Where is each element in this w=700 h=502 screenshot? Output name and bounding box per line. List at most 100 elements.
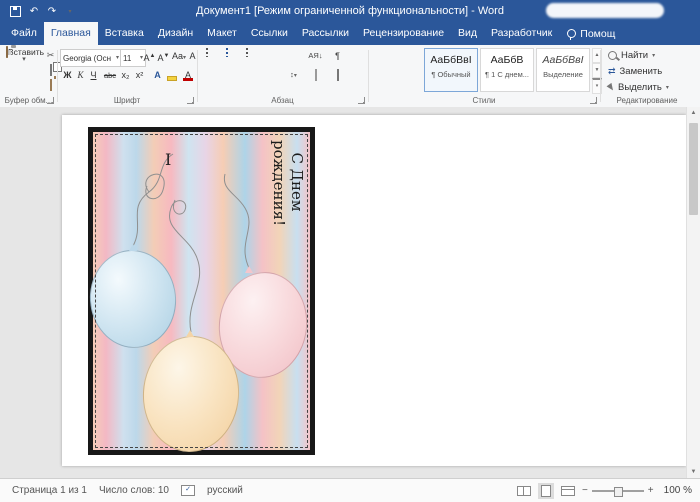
birthday-card-image[interactable]: С Днем рождения! I bbox=[88, 127, 315, 455]
read-mode-button[interactable] bbox=[516, 483, 532, 499]
numbering-button[interactable] bbox=[221, 48, 238, 64]
cut-button[interactable]: ✂ bbox=[44, 49, 57, 62]
zoom-in-button[interactable]: + bbox=[648, 485, 654, 496]
font-color-button[interactable]: А bbox=[181, 68, 195, 83]
find-button[interactable]: Найти ▾ bbox=[608, 48, 655, 62]
tab-mailings[interactable]: Рассылки bbox=[295, 22, 356, 45]
tab-insert[interactable]: Вставка bbox=[98, 22, 151, 45]
underline-button[interactable]: Ч bbox=[87, 68, 100, 83]
paste-button[interactable]: Вставить ▾ bbox=[6, 47, 42, 95]
chevron-down-icon: ▾ bbox=[116, 51, 119, 66]
superscript-button[interactable]: x² bbox=[133, 68, 146, 83]
zoom-percentage[interactable]: 100 % bbox=[664, 485, 692, 496]
language-indicator[interactable]: русский bbox=[207, 485, 243, 496]
text-effects-button[interactable]: А bbox=[151, 68, 164, 83]
line-spacing-button[interactable]: ↕▾ bbox=[285, 67, 302, 83]
print-layout-button[interactable] bbox=[538, 483, 554, 499]
align-left-button[interactable] bbox=[201, 67, 218, 83]
change-case-button[interactable]: Аа▾ bbox=[171, 49, 187, 64]
editing-group-label: Редактирование bbox=[600, 96, 694, 105]
select-button[interactable]: Выделить ▾ bbox=[608, 80, 669, 94]
status-bar-right: − + 100 % bbox=[516, 479, 692, 502]
titlebar: ↶ ↷ ▾ Документ1 [Режим ограниченной функ… bbox=[0, 0, 700, 22]
grow-font-button[interactable]: А▲ bbox=[143, 49, 156, 64]
shrink-font-button[interactable]: А▼ bbox=[157, 49, 170, 64]
bold-button[interactable]: Ж bbox=[61, 68, 74, 83]
help-label: Помощ bbox=[580, 28, 615, 40]
tab-home[interactable]: Главная bbox=[44, 22, 98, 45]
vertical-scrollbar[interactable]: ▲ ▼ bbox=[686, 107, 700, 479]
tab-developer[interactable]: Разработчик bbox=[484, 22, 559, 45]
styles-group: АаБбВвI ¶ Обычный АаБбВ ¶ 1 С днем... Аа… bbox=[368, 45, 600, 107]
document-page[interactable]: С Днем рождения! I bbox=[62, 115, 686, 466]
bullets-button[interactable] bbox=[201, 48, 218, 64]
tab-references[interactable]: Ссылки bbox=[244, 22, 295, 45]
font-name-value: Georgia (Осн bbox=[63, 51, 111, 66]
justify-button[interactable] bbox=[261, 67, 278, 83]
replace-label: Заменить bbox=[620, 66, 663, 77]
style-heading[interactable]: АаБбВ ¶ 1 С днем... bbox=[480, 48, 534, 92]
multilevel-list-button[interactable] bbox=[241, 48, 258, 64]
web-layout-icon bbox=[561, 486, 575, 496]
shading-icon bbox=[315, 69, 317, 81]
select-label: Выделить bbox=[618, 82, 662, 93]
chevron-down-icon: ▾ bbox=[183, 55, 186, 61]
web-layout-button[interactable] bbox=[560, 483, 576, 499]
align-center-button[interactable] bbox=[221, 67, 238, 83]
style-normal[interactable]: АаБбВвI ¶ Обычный bbox=[424, 48, 478, 92]
censored-region bbox=[546, 3, 664, 18]
word-window: ↶ ↷ ▾ Документ1 [Режим ограниченной функ… bbox=[0, 0, 700, 502]
highlight-color-button[interactable] bbox=[165, 68, 179, 83]
style-preview: АаБбВвI bbox=[537, 54, 589, 66]
scroll-up-button[interactable]: ▲ bbox=[687, 107, 700, 120]
font-name-combobox[interactable]: Georgia (Осн ▾ bbox=[60, 49, 122, 67]
borders-button[interactable] bbox=[329, 67, 346, 83]
replace-button[interactable]: ⇄ Заменить bbox=[608, 64, 662, 78]
style-emphasis[interactable]: АаБбВвI Выделение bbox=[536, 48, 590, 92]
tab-file[interactable]: Файл bbox=[4, 22, 44, 45]
zoom-slider[interactable] bbox=[592, 490, 644, 492]
clear-formatting-icon: А bbox=[189, 51, 195, 61]
check-icon: ✓ bbox=[185, 486, 191, 493]
dialog-launcher-icon[interactable] bbox=[47, 97, 54, 104]
font-size-value: 11 bbox=[123, 51, 131, 66]
increase-indent-button[interactable] bbox=[285, 48, 302, 64]
tell-me-help[interactable]: Помощ bbox=[559, 22, 623, 45]
lightbulb-icon bbox=[567, 29, 576, 38]
scissors-icon: ✂ bbox=[47, 50, 55, 60]
paste-label: Вставить bbox=[8, 47, 44, 57]
document-area: С Днем рождения! I ▲ ▼ bbox=[0, 107, 700, 479]
tab-review[interactable]: Рецензирование bbox=[356, 22, 451, 45]
ribbon-tab-bar: Файл Главная Вставка Дизайн Макет Ссылки… bbox=[0, 22, 700, 45]
tab-design[interactable]: Дизайн bbox=[151, 22, 200, 45]
zoom-slider-thumb[interactable] bbox=[614, 487, 623, 497]
zoom-out-button[interactable]: − bbox=[582, 485, 588, 496]
font-color-bar bbox=[183, 78, 193, 81]
shading-button[interactable] bbox=[307, 67, 324, 83]
style-name: ¶ Обычный bbox=[425, 70, 477, 79]
proofing-status-icon[interactable]: ✓ bbox=[181, 485, 195, 496]
decrease-indent-button[interactable] bbox=[265, 48, 282, 64]
zoom-control: − + bbox=[582, 485, 654, 496]
sort-button[interactable]: АЯ↓ bbox=[307, 48, 324, 64]
dialog-launcher-icon[interactable] bbox=[187, 97, 194, 104]
italic-button[interactable]: К bbox=[74, 68, 87, 83]
read-mode-icon bbox=[517, 486, 531, 496]
page-indicator[interactable]: Страница 1 из 1 bbox=[12, 485, 87, 496]
dialog-launcher-icon[interactable] bbox=[590, 97, 597, 104]
align-right-button[interactable] bbox=[241, 67, 258, 83]
chevron-down-icon: ▾ bbox=[652, 52, 655, 59]
tab-layout[interactable]: Макет bbox=[200, 22, 244, 45]
chevron-down-icon: ▾ bbox=[666, 84, 669, 91]
format-painter-button[interactable] bbox=[44, 79, 57, 92]
show-paragraph-marks-button[interactable]: ¶ bbox=[329, 48, 346, 64]
tab-view[interactable]: Вид bbox=[451, 22, 484, 45]
word-count[interactable]: Число слов: 10 bbox=[99, 485, 169, 496]
orange-balloon-knot bbox=[186, 330, 194, 337]
dialog-launcher-icon[interactable] bbox=[358, 97, 365, 104]
strikethrough-button[interactable]: abc bbox=[102, 68, 118, 83]
scrollbar-thumb[interactable] bbox=[689, 123, 698, 215]
subscript-button[interactable]: x₂ bbox=[119, 68, 132, 83]
down-arrow-icon: ↓ bbox=[319, 51, 323, 60]
up-icon: ▲ bbox=[150, 53, 156, 59]
